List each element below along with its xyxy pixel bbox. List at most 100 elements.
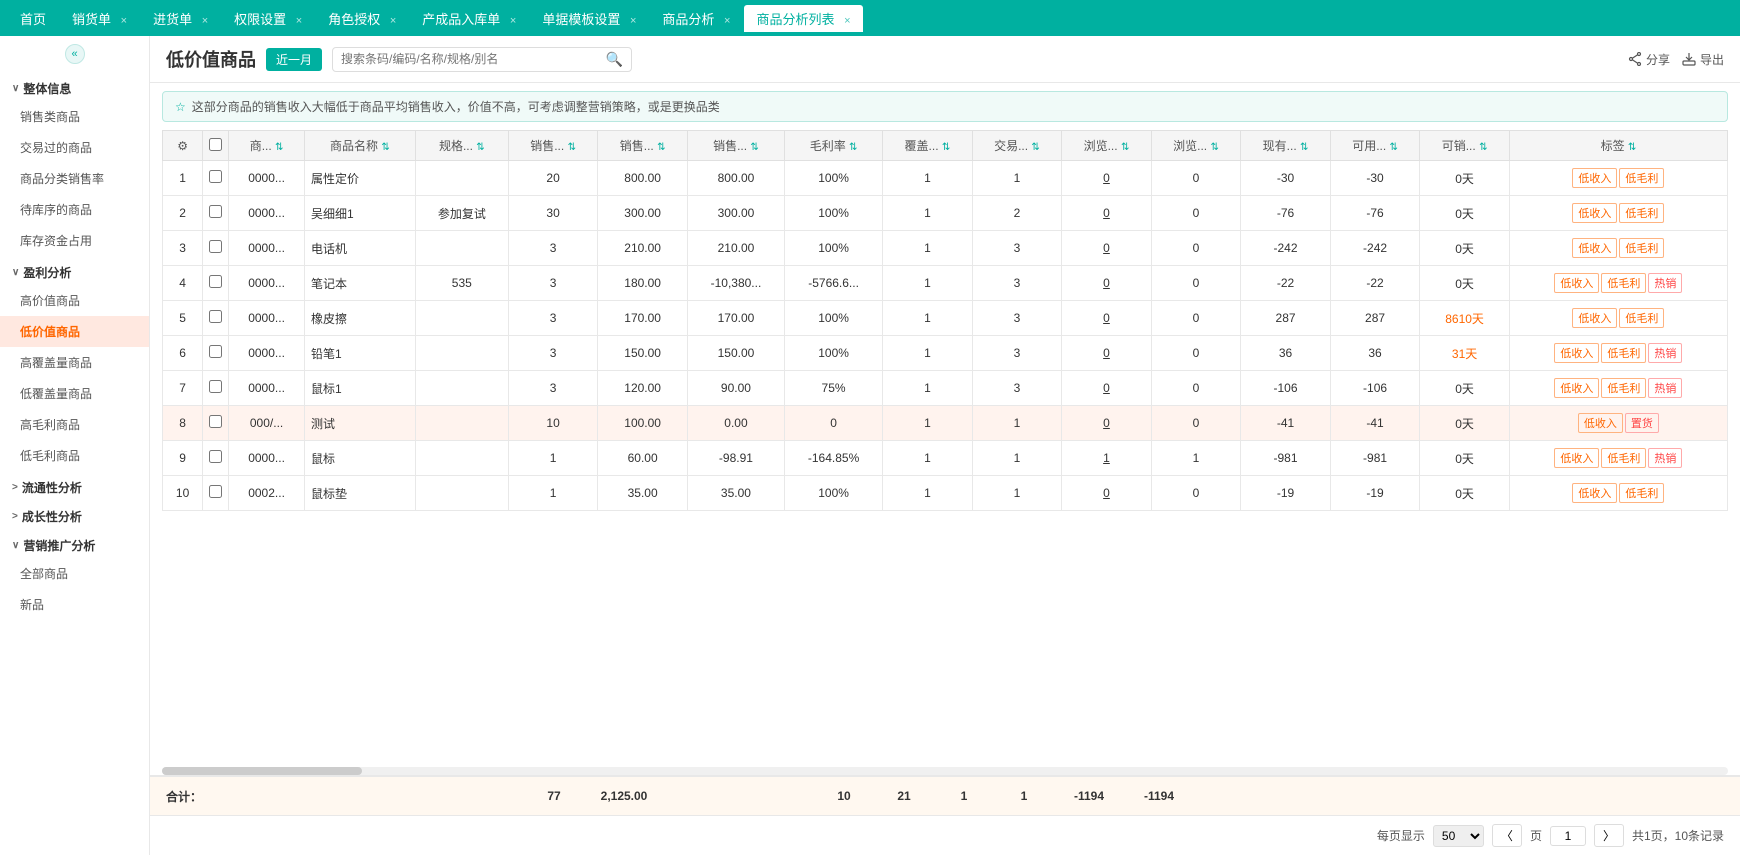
scroll-thumb[interactable] <box>162 767 362 775</box>
browse1-link[interactable]: 0 <box>1103 206 1110 220</box>
nav-sales[interactable]: 销货单 × <box>60 5 139 32</box>
data-table-wrapper[interactable]: ⚙ 商... ⇅ 商品名称 ⇅ 规格... ⇅ 销售... ⇅ 销售... ⇅ … <box>150 130 1740 767</box>
sidebar-item-inventory-capital[interactable]: 库存资金占用 <box>0 225 149 256</box>
sidebar-item-high-value[interactable]: 高价值商品 <box>0 285 149 316</box>
col-code[interactable]: 商... ⇅ <box>229 131 305 161</box>
sidebar-item-low-margin[interactable]: 低毛利商品 <box>0 440 149 471</box>
row-browse1[interactable]: 0 <box>1062 371 1152 406</box>
page-input[interactable] <box>1550 826 1586 846</box>
col-checkbox-all[interactable] <box>203 131 229 161</box>
row-browse1[interactable]: 0 <box>1062 266 1152 301</box>
browse1-link[interactable]: 1 <box>1103 451 1110 465</box>
row-checkbox-cell[interactable] <box>203 301 229 336</box>
period-button[interactable]: 近一月 <box>266 48 322 71</box>
sidebar-item-high-margin[interactable]: 高毛利商品 <box>0 409 149 440</box>
row-browse1[interactable]: 0 <box>1062 476 1152 511</box>
close-sales-icon[interactable]: × <box>121 15 127 27</box>
row-checkbox-cell[interactable] <box>203 371 229 406</box>
row-browse1[interactable]: 0 <box>1062 406 1152 441</box>
row-checkbox[interactable] <box>209 380 222 393</box>
row-checkbox-cell[interactable] <box>203 161 229 196</box>
col-browse1[interactable]: 浏览... ⇅ <box>1062 131 1152 161</box>
nav-home[interactable]: 首页 <box>8 5 58 32</box>
sidebar-group-liquidity[interactable]: > 流通性分析 <box>0 471 149 500</box>
browse1-link[interactable]: 0 <box>1103 171 1110 185</box>
sidebar-item-sales-products[interactable]: 销售类商品 <box>0 101 149 132</box>
nav-purchase[interactable]: 进货单 × <box>141 5 220 32</box>
row-checkbox[interactable] <box>209 275 222 288</box>
col-sellable[interactable]: 可销... ⇅ <box>1420 131 1510 161</box>
row-checkbox-cell[interactable] <box>203 196 229 231</box>
browse1-link[interactable]: 0 <box>1103 346 1110 360</box>
share-btn[interactable]: 分享 <box>1628 51 1670 68</box>
col-sales-qty[interactable]: 销售... ⇅ <box>508 131 598 161</box>
row-checkbox-cell[interactable] <box>203 266 229 301</box>
sidebar-item-low-coverage[interactable]: 低覆盖量商品 <box>0 378 149 409</box>
sidebar-item-low-value[interactable]: 低价值商品 <box>0 316 149 347</box>
select-all-checkbox[interactable] <box>209 138 222 151</box>
nav-permissions[interactable]: 权限设置 × <box>222 5 314 32</box>
export-btn[interactable]: 导出 <box>1682 51 1724 68</box>
horizontal-scrollbar[interactable] <box>162 767 1728 775</box>
sidebar-group-growth[interactable]: > 成长性分析 <box>0 500 149 529</box>
nav-roles[interactable]: 角色授权 × <box>316 5 408 32</box>
row-checkbox-cell[interactable] <box>203 231 229 266</box>
col-transaction[interactable]: 交易... ⇅ <box>972 131 1062 161</box>
row-checkbox-cell[interactable] <box>203 336 229 371</box>
col-browse2[interactable]: 浏览... ⇅ <box>1151 131 1241 161</box>
nav-analysis[interactable]: 商品分析 × <box>650 5 742 32</box>
browse1-link[interactable]: 0 <box>1103 416 1110 430</box>
sidebar-item-pending[interactable]: 待库序的商品 <box>0 194 149 225</box>
col-sales-cost[interactable]: 销售... ⇅ <box>687 131 784 161</box>
browse1-link[interactable]: 0 <box>1103 381 1110 395</box>
sidebar-item-all-products[interactable]: 全部商品 <box>0 558 149 589</box>
sidebar-item-traded[interactable]: 交易过的商品 <box>0 132 149 163</box>
next-page-btn[interactable]: 〉 <box>1594 824 1624 847</box>
close-purchase-icon[interactable]: × <box>202 15 208 27</box>
sidebar-item-high-coverage[interactable]: 高覆盖量商品 <box>0 347 149 378</box>
close-analysis-list-icon[interactable]: × <box>844 15 850 27</box>
browse1-link[interactable]: 0 <box>1103 241 1110 255</box>
sidebar-group-marketing[interactable]: ∨ 营销推广分析 <box>0 529 149 558</box>
row-checkbox[interactable] <box>209 485 222 498</box>
nav-template[interactable]: 单据模板设置 × <box>530 5 648 32</box>
nav-finished[interactable]: 产成品入库单 × <box>410 5 528 32</box>
search-icon[interactable]: 🔍 <box>606 51 623 68</box>
close-template-icon[interactable]: × <box>630 15 636 27</box>
page-size-select[interactable]: 50 100 200 <box>1433 825 1484 847</box>
col-tags[interactable]: 标签 ⇅ <box>1509 131 1727 161</box>
search-input[interactable] <box>341 52 600 66</box>
close-permissions-icon[interactable]: × <box>296 15 302 27</box>
row-checkbox-cell[interactable] <box>203 406 229 441</box>
col-stock-now[interactable]: 现有... ⇅ <box>1241 131 1331 161</box>
col-available[interactable]: 可用... ⇅ <box>1330 131 1420 161</box>
col-spec[interactable]: 规格... ⇅ <box>415 131 508 161</box>
row-checkbox[interactable] <box>209 450 222 463</box>
col-coverage[interactable]: 覆盖... ⇅ <box>883 131 973 161</box>
browse1-link[interactable]: 0 <box>1103 311 1110 325</box>
sidebar-group-overall[interactable]: ∨ 整体信息 <box>0 72 149 101</box>
browse1-link[interactable]: 0 <box>1103 486 1110 500</box>
row-checkbox[interactable] <box>209 415 222 428</box>
row-browse1[interactable]: 1 <box>1062 441 1152 476</box>
row-checkbox[interactable] <box>209 205 222 218</box>
row-checkbox[interactable] <box>209 240 222 253</box>
close-analysis-icon[interactable]: × <box>724 15 730 27</box>
col-sales-amount[interactable]: 销售... ⇅ <box>598 131 688 161</box>
close-roles-icon[interactable]: × <box>390 15 396 27</box>
sidebar-item-new-products[interactable]: 新品 <box>0 589 149 620</box>
row-checkbox-cell[interactable] <box>203 441 229 476</box>
close-finished-icon[interactable]: × <box>510 15 516 27</box>
row-browse1[interactable]: 0 <box>1062 161 1152 196</box>
prev-page-btn[interactable]: 〈 <box>1492 824 1522 847</box>
col-settings[interactable]: ⚙ <box>163 131 203 161</box>
row-checkbox[interactable] <box>209 170 222 183</box>
row-checkbox[interactable] <box>209 310 222 323</box>
col-name[interactable]: 商品名称 ⇅ <box>304 131 415 161</box>
browse1-link[interactable]: 0 <box>1103 276 1110 290</box>
row-checkbox[interactable] <box>209 345 222 358</box>
sidebar-collapse-btn[interactable]: « <box>65 44 85 64</box>
row-browse1[interactable]: 0 <box>1062 301 1152 336</box>
row-browse1[interactable]: 0 <box>1062 336 1152 371</box>
row-browse1[interactable]: 0 <box>1062 196 1152 231</box>
